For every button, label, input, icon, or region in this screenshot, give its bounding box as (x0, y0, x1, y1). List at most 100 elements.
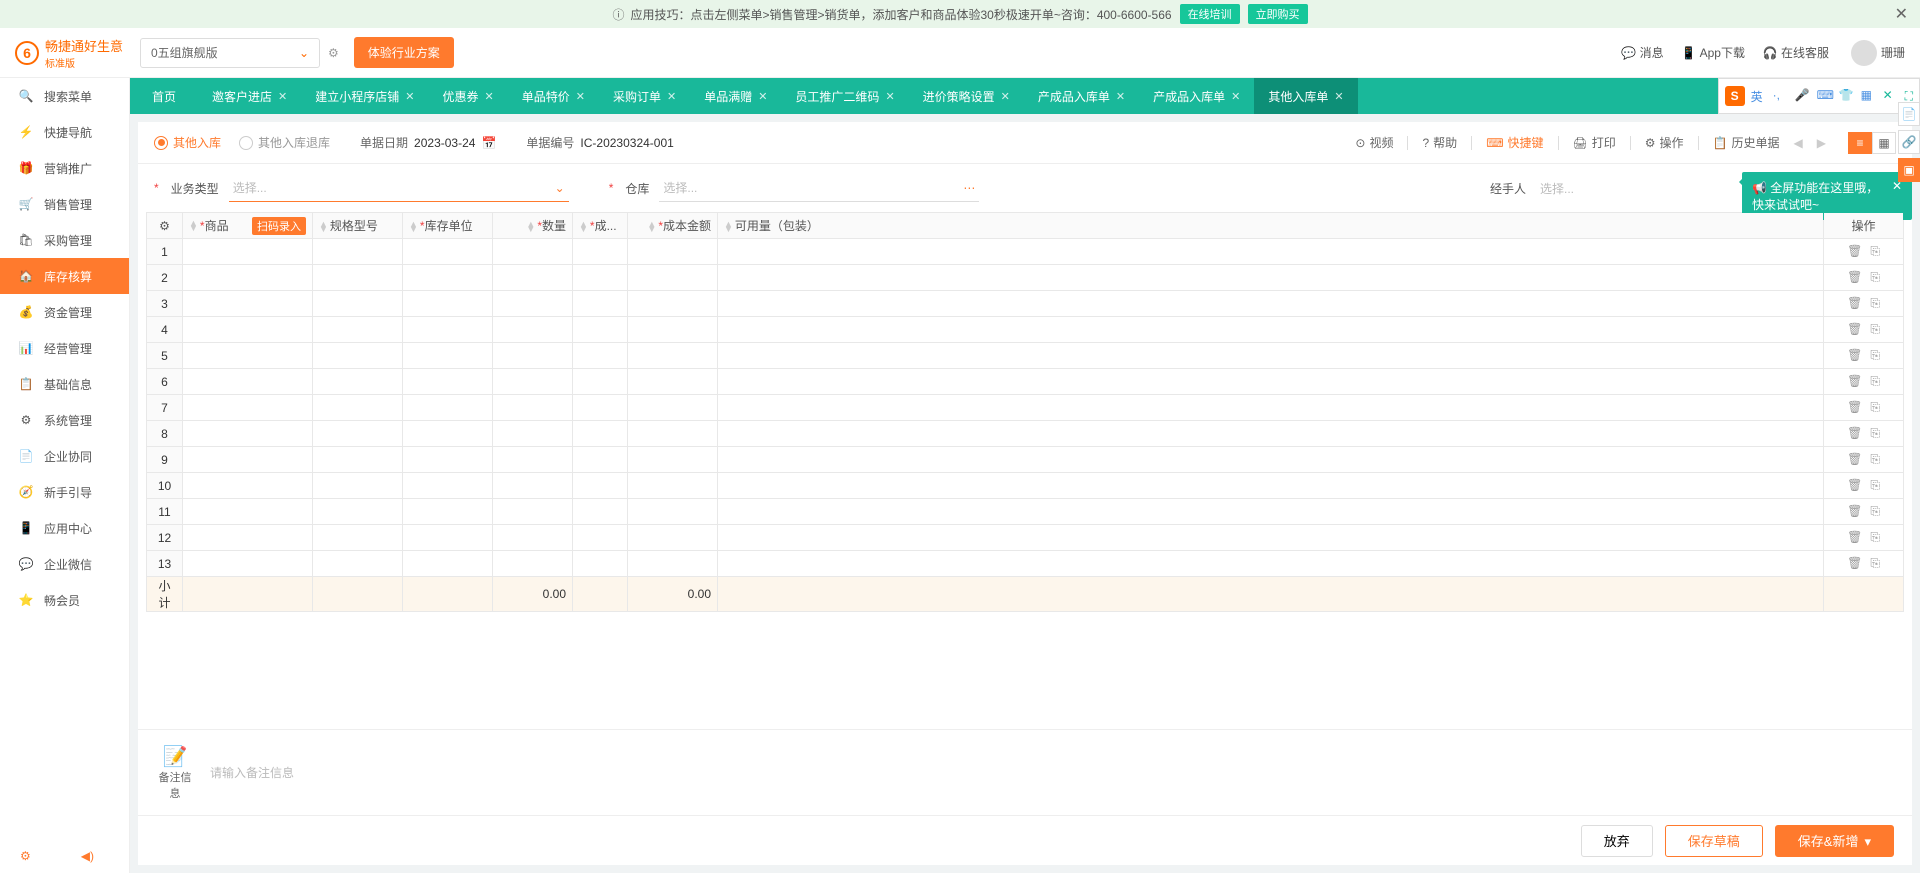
help-link[interactable]: ? 帮助 (1422, 134, 1457, 151)
col-amount[interactable]: ▲▼*成本金额 (628, 213, 718, 239)
prev-icon[interactable]: ◀ (1794, 136, 1803, 150)
sidebar-item[interactable]: 📊经营管理 (0, 330, 129, 366)
table-row[interactable]: 1🗑⎘ (147, 239, 1904, 265)
sidebar-item[interactable]: ⭐畅会员 (0, 582, 129, 618)
user-menu[interactable]: 珊珊 (1847, 40, 1905, 66)
tab-close-icon[interactable]: ✕ (758, 90, 767, 103)
gear-icon[interactable]: ⚙ (328, 46, 339, 60)
message-link[interactable]: 💬消息 (1622, 44, 1664, 61)
delete-icon[interactable]: 🗑 (1847, 478, 1862, 492)
radio-other-in[interactable]: 其他入库 (154, 134, 221, 151)
table-row[interactable]: 9🗑⎘ (147, 447, 1904, 473)
sidebar-item[interactable]: 🔍搜索菜单 (0, 78, 129, 114)
delete-icon[interactable]: 🗑 (1847, 530, 1862, 544)
table-row[interactable]: 8🗑⎘ (147, 421, 1904, 447)
calendar-icon[interactable]: 📅 (481, 136, 496, 150)
biz-type-select[interactable]: 选择... ⌄ (229, 174, 569, 202)
col-unit[interactable]: ▲▼*库存单位 (403, 213, 493, 239)
col-spec[interactable]: ▲▼规格型号 (313, 213, 403, 239)
ime-lang[interactable]: 英 (1751, 88, 1767, 104)
tab-close-icon[interactable]: ✕ (1116, 90, 1125, 103)
copy-icon[interactable]: ⎘ (1870, 504, 1880, 518)
cancel-button[interactable]: 放弃 (1581, 825, 1653, 857)
tab[interactable]: 采购订单✕ (599, 78, 690, 114)
history-link[interactable]: 📋 历史单据 (1713, 134, 1780, 151)
tab[interactable]: 建立小程序店铺✕ (301, 78, 428, 114)
copy-icon[interactable]: ⎘ (1870, 478, 1880, 492)
settings-icon[interactable]: ⚙ (20, 849, 31, 863)
delete-icon[interactable]: 🗑 (1847, 400, 1862, 414)
col-qty[interactable]: ▲▼*数量 (493, 213, 573, 239)
copy-icon[interactable]: ⎘ (1870, 374, 1880, 388)
copy-icon[interactable]: ⎘ (1870, 452, 1880, 466)
copy-icon[interactable]: ⎘ (1870, 322, 1880, 336)
delete-icon[interactable]: 🗑 (1847, 374, 1862, 388)
copy-icon[interactable]: ⎘ (1870, 400, 1880, 414)
tab[interactable]: 单品满赠✕ (690, 78, 781, 114)
view-list-icon[interactable]: ≡ (1848, 132, 1872, 154)
copy-icon[interactable]: ⎘ (1870, 556, 1880, 570)
tab[interactable]: 优惠券✕ (428, 78, 507, 114)
ime-keyboard-icon[interactable]: ⌨ (1817, 88, 1833, 104)
save-draft-button[interactable]: 保存草稿 (1665, 825, 1763, 857)
tab-close-icon[interactable]: ✕ (485, 90, 494, 103)
training-button[interactable]: 在线培训 (1180, 4, 1240, 24)
tab[interactable]: 其他入库单✕ (1254, 78, 1357, 114)
copy-icon[interactable]: ⎘ (1870, 296, 1880, 310)
date-value[interactable]: 2023-03-24 (414, 136, 475, 150)
warehouse-select[interactable]: 选择... ⋯ (659, 174, 979, 202)
table-row[interactable]: 6🗑⎘ (147, 369, 1904, 395)
sidebar-item[interactable]: 📋基础信息 (0, 366, 129, 402)
ime-grid-icon[interactable]: ▦ (1861, 88, 1877, 104)
delete-icon[interactable]: 🗑 (1847, 322, 1862, 336)
copy-icon[interactable]: ⎘ (1870, 426, 1880, 440)
org-select[interactable]: 0五组旗舰版 ⌄ (140, 38, 320, 68)
tab-close-icon[interactable]: ✕ (405, 90, 414, 103)
copy-icon[interactable]: ⎘ (1870, 530, 1880, 544)
table-row[interactable]: 13🗑⎘ (147, 551, 1904, 577)
delete-icon[interactable]: 🗑 (1847, 244, 1862, 258)
sidebar-item[interactable]: 🏠库存核算 (0, 258, 129, 294)
video-link[interactable]: ⊙ 视频 (1355, 134, 1393, 151)
tab-close-icon[interactable]: ✕ (1334, 90, 1343, 103)
delete-icon[interactable]: 🗑 (1847, 504, 1862, 518)
tab-close-icon[interactable]: ✕ (667, 90, 676, 103)
delete-icon[interactable]: 🗑 (1847, 348, 1862, 362)
sidebar-item[interactable]: 🛍采购管理 (0, 222, 129, 258)
ime-close-icon[interactable]: ✕ (1883, 88, 1899, 104)
copy-icon[interactable]: ⎘ (1870, 348, 1880, 362)
table-row[interactable]: 2🗑⎘ (147, 265, 1904, 291)
close-icon[interactable]: ✕ (1895, 4, 1908, 24)
sidebar-item[interactable]: 💰资金管理 (0, 294, 129, 330)
ops-link[interactable]: ⚙ 操作 (1645, 134, 1684, 151)
delete-icon[interactable]: 🗑 (1847, 426, 1862, 440)
table-row[interactable]: 12🗑⎘ (147, 525, 1904, 551)
sidebar-item[interactable]: ⚡快捷导航 (0, 114, 129, 150)
handler-select[interactable]: 选择... (1536, 174, 1736, 202)
sidebar-item[interactable]: 📱应用中心 (0, 510, 129, 546)
ime-mic-icon[interactable]: 🎤 (1795, 88, 1811, 104)
quick-tab-3[interactable]: ▣ (1898, 158, 1920, 182)
next-icon[interactable]: ▶ (1817, 136, 1826, 150)
sidebar-item[interactable]: 💬企业微信 (0, 546, 129, 582)
delete-icon[interactable]: 🗑 (1847, 270, 1862, 284)
table-row[interactable]: 10🗑⎘ (147, 473, 1904, 499)
tab[interactable]: 员工推广二维码✕ (781, 78, 908, 114)
sidebar-item[interactable]: ⚙系统管理 (0, 402, 129, 438)
col-available[interactable]: ▲▼可用量（包装） (718, 213, 1824, 239)
logo[interactable]: 6 畅捷通好生意 标准版 (15, 36, 130, 70)
table-row[interactable]: 5🗑⎘ (147, 343, 1904, 369)
ime-logo-icon[interactable]: S (1725, 86, 1745, 106)
collapse-icon[interactable]: ◀) (81, 849, 94, 863)
sidebar-item[interactable]: 🛒销售管理 (0, 186, 129, 222)
table-row[interactable]: 4🗑⎘ (147, 317, 1904, 343)
tab[interactable]: 首页 (130, 78, 198, 114)
tab[interactable]: 产成品入库单✕ (1024, 78, 1139, 114)
col-cost[interactable]: ▲▼*成... (573, 213, 628, 239)
print-link[interactable]: 🖨 打印 (1573, 134, 1616, 151)
copy-icon[interactable]: ⎘ (1870, 270, 1880, 284)
buy-button[interactable]: 立即购买 (1248, 4, 1308, 24)
copy-icon[interactable]: ⎘ (1870, 244, 1880, 258)
save-new-button[interactable]: 保存&新增▾ (1775, 825, 1894, 857)
tab-close-icon[interactable]: ✕ (885, 90, 894, 103)
